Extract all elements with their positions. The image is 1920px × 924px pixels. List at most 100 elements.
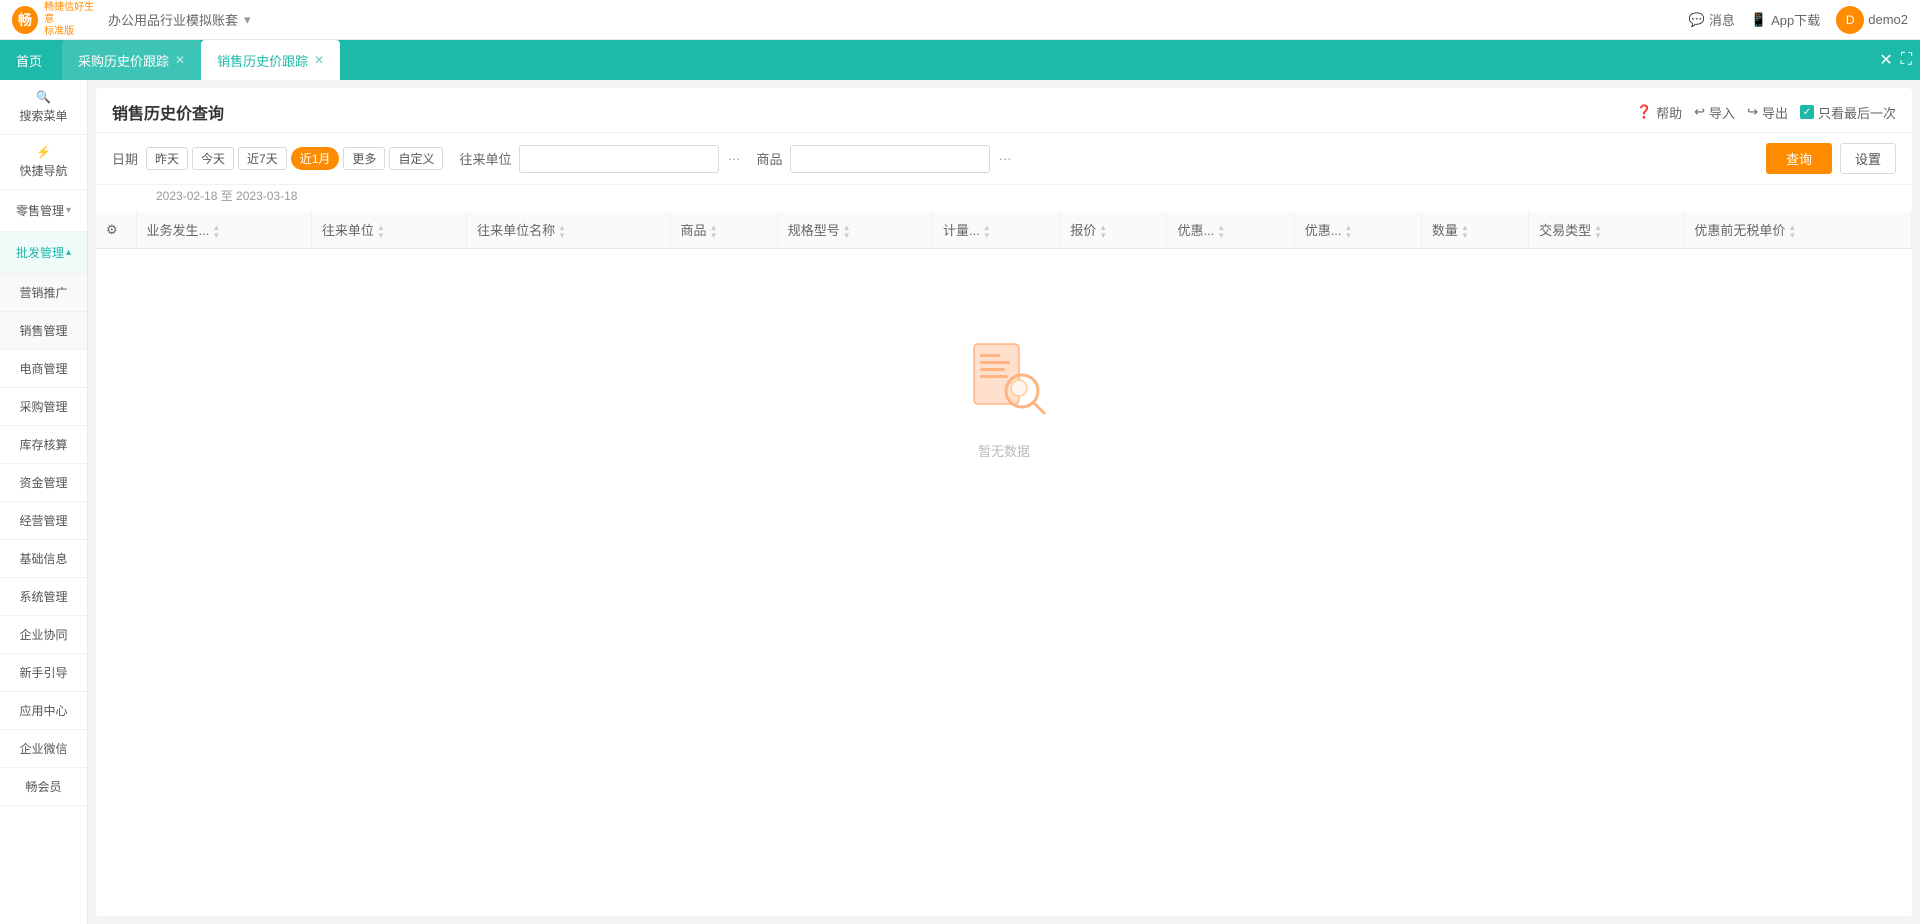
page-header-actions: ❓ 帮助 ↩ 导入 ↪ 导出 ✓ 只看最后一次 — [1636, 103, 1896, 122]
breadcrumb-dropdown-icon[interactable]: ▾ — [244, 12, 251, 28]
user-avatar: D — [1836, 6, 1864, 34]
table-header-row: ⚙ 业务发生...▲▼ 往来单位▲▼ 往来单位名称▲▼ — [96, 212, 1912, 248]
product-dots[interactable]: ··· — [998, 151, 1011, 166]
sidebar-label-retail-mgmt: 零售管理 — [16, 202, 64, 219]
date-btn-1month[interactable]: 近1月 — [291, 147, 340, 170]
sidebar-item-system-mgmt[interactable]: 系统管理 — [0, 578, 87, 616]
export-button[interactable]: ↪ 导出 — [1747, 103, 1788, 122]
sidebar-item-ops-mgmt[interactable]: 经营管理 — [0, 502, 87, 540]
product-filter-group: 商品 ··· — [756, 145, 1011, 173]
sidebar: 🔍 搜索菜单 ⚡ 快捷导航 零售管理 ▾ 批发管理 ▴ 营销推广 销售管理 电商… — [0, 80, 88, 924]
only-last-label: 只看最后一次 — [1818, 103, 1896, 122]
th-settings[interactable]: ⚙ — [96, 212, 136, 248]
date-btn-7days[interactable]: 近7天 — [238, 147, 287, 170]
th-product[interactable]: 商品▲▼ — [670, 212, 777, 248]
sidebar-item-finance-mgmt[interactable]: 资金管理 — [0, 464, 87, 502]
sidebar-label-wholesale-mgmt: 批发管理 — [16, 244, 64, 261]
th-partner-name[interactable]: 往来单位名称▲▼ — [467, 212, 670, 248]
sidebar-item-enterprise-wechat[interactable]: 企业微信 — [0, 730, 87, 768]
sidebar-item-wholesale-mgmt[interactable]: 批发管理 ▴ — [0, 232, 87, 274]
app-download-button[interactable]: 📱 App下载 — [1751, 10, 1820, 29]
date-buttons: 昨天 今天 近7天 近1月 更多 自定义 — [146, 147, 443, 170]
sidebar-item-retail-mgmt[interactable]: 零售管理 ▾ — [0, 190, 87, 232]
app-download-label: App下载 — [1771, 10, 1820, 29]
tab-close-all-icon[interactable]: ✕ — [1879, 50, 1892, 70]
date-btn-more[interactable]: 更多 — [343, 147, 385, 170]
sidebar-item-enterprise[interactable]: 企业协同 — [0, 616, 87, 654]
download-icon: 📱 — [1751, 12, 1767, 28]
th-spec[interactable]: 规格型号▲▼ — [777, 212, 932, 248]
tab-sales-close[interactable]: ✕ — [314, 53, 324, 67]
main-layout: 🔍 搜索菜单 ⚡ 快捷导航 零售管理 ▾ 批发管理 ▴ 营销推广 销售管理 电商… — [0, 80, 1920, 924]
th-discount2[interactable]: 优惠...▲▼ — [1294, 212, 1421, 248]
th-pretax-price[interactable]: 优惠前无税单价▲▼ — [1684, 212, 1912, 248]
sidebar-label-ecom-mgmt: 电商管理 — [19, 360, 67, 377]
tab-purchase-close[interactable]: ✕ — [175, 53, 185, 67]
help-button[interactable]: ❓ 帮助 — [1636, 103, 1682, 122]
only-last-action[interactable]: ✓ 只看最后一次 — [1800, 103, 1896, 122]
page-header: 销售历史价查询 ❓ 帮助 ↩ 导入 ↪ 导出 ✓ — [96, 88, 1912, 133]
top-bar-left: 畅 畅捷信好生意 标准版 办公用品行业模拟账套 ▾ — [12, 2, 251, 38]
sidebar-label-finance-mgmt: 资金管理 — [19, 474, 67, 491]
import-icon: ↩ — [1694, 104, 1705, 120]
sidebar-label-system-mgmt: 系统管理 — [19, 588, 67, 605]
sidebar-item-quick-nav[interactable]: ⚡ 快捷导航 — [0, 135, 87, 190]
partner-input[interactable] — [519, 145, 719, 173]
sidebar-label-app-center: 应用中心 — [19, 702, 67, 719]
th-unit[interactable]: 计量...▲▼ — [933, 212, 1060, 248]
tab-bar: 首页 采购历史价跟踪 ✕ 销售历史价跟踪 ✕ ✕ ⛶ — [0, 40, 1920, 80]
help-label: 帮助 — [1656, 103, 1682, 122]
sidebar-item-basic-info[interactable]: 基础信息 — [0, 540, 87, 578]
sidebar-label-enterprise-wechat: 企业微信 — [19, 740, 67, 757]
th-partner-code[interactable]: 往来单位▲▼ — [311, 212, 466, 248]
top-bar-right: 💬 消息 📱 App下载 D demo2 — [1689, 6, 1908, 34]
product-label: 商品 — [756, 149, 782, 168]
th-biz-date[interactable]: 业务发生...▲▼ — [136, 212, 311, 248]
message-icon: 💬 — [1689, 12, 1705, 28]
tab-sales-history[interactable]: 销售历史价跟踪 ✕ — [201, 40, 340, 80]
sidebar-item-inventory[interactable]: 库存核算 — [0, 426, 87, 464]
export-icon: ↪ — [1747, 104, 1758, 120]
table-settings-icon[interactable]: ⚙ — [106, 222, 118, 237]
sidebar-label-newbie: 新手引导 — [19, 664, 67, 681]
date-btn-custom[interactable]: 自定义 — [389, 147, 443, 170]
sidebar-label-search-menu: 搜索菜单 — [19, 107, 67, 124]
page-container: 销售历史价查询 ❓ 帮助 ↩ 导入 ↪ 导出 ✓ — [96, 88, 1912, 916]
tab-home[interactable]: 首页 — [0, 40, 58, 80]
settings-button[interactable]: 设置 — [1840, 143, 1896, 174]
import-label: 导入 — [1709, 103, 1735, 122]
date-btn-yesterday[interactable]: 昨天 — [146, 147, 188, 170]
import-button[interactable]: ↩ 导入 — [1694, 103, 1735, 122]
sidebar-item-purchase-mgmt[interactable]: 采购管理 — [0, 388, 87, 426]
message-label: 消息 — [1709, 10, 1735, 29]
user-menu[interactable]: D demo2 — [1836, 6, 1908, 34]
logo-area: 畅 畅捷信好生意 标准版 — [12, 2, 100, 38]
sidebar-item-marketing[interactable]: 营销推广 — [0, 274, 87, 312]
date-filter-group: 日期 昨天 今天 近7天 近1月 更多 自定义 — [112, 147, 443, 170]
th-quoted-price[interactable]: 报价▲▼ — [1060, 212, 1167, 248]
date-btn-today[interactable]: 今天 — [192, 147, 234, 170]
th-discount1[interactable]: 优惠...▲▼ — [1167, 212, 1294, 248]
sidebar-item-vip[interactable]: 畅会员 — [0, 768, 87, 806]
sidebar-label-sales-mgmt: 销售管理 — [19, 322, 67, 339]
th-quantity[interactable]: 数量▲▼ — [1421, 212, 1528, 248]
sidebar-item-newbie[interactable]: 新手引导 — [0, 654, 87, 692]
tab-sales-label: 销售历史价跟踪 — [217, 51, 308, 70]
sidebar-item-search-menu[interactable]: 🔍 搜索菜单 — [0, 80, 87, 135]
query-button[interactable]: 查询 — [1766, 143, 1832, 174]
date-range-text: 2023-02-18 至 2023-03-18 — [156, 187, 297, 204]
tab-fullscreen-icon[interactable]: ⛶ — [1901, 51, 1912, 69]
sidebar-item-sales-mgmt[interactable]: 销售管理 — [0, 312, 87, 350]
sidebar-item-ecom-mgmt[interactable]: 电商管理 — [0, 350, 87, 388]
logo-text: 畅捷信好生意 标准版 — [44, 2, 100, 38]
partner-dots[interactable]: ··· — [727, 151, 740, 166]
export-label: 导出 — [1762, 103, 1788, 122]
th-trade-type[interactable]: 交易类型▲▼ — [1529, 212, 1684, 248]
message-button[interactable]: 💬 消息 — [1689, 10, 1735, 29]
product-input[interactable] — [790, 145, 990, 173]
tab-purchase-history[interactable]: 采购历史价跟踪 ✕ — [62, 40, 201, 80]
only-last-checkbox[interactable]: ✓ — [1800, 105, 1814, 119]
date-label: 日期 — [112, 149, 138, 168]
partner-label: 往来单位 — [459, 149, 511, 168]
sidebar-item-app-center[interactable]: 应用中心 — [0, 692, 87, 730]
